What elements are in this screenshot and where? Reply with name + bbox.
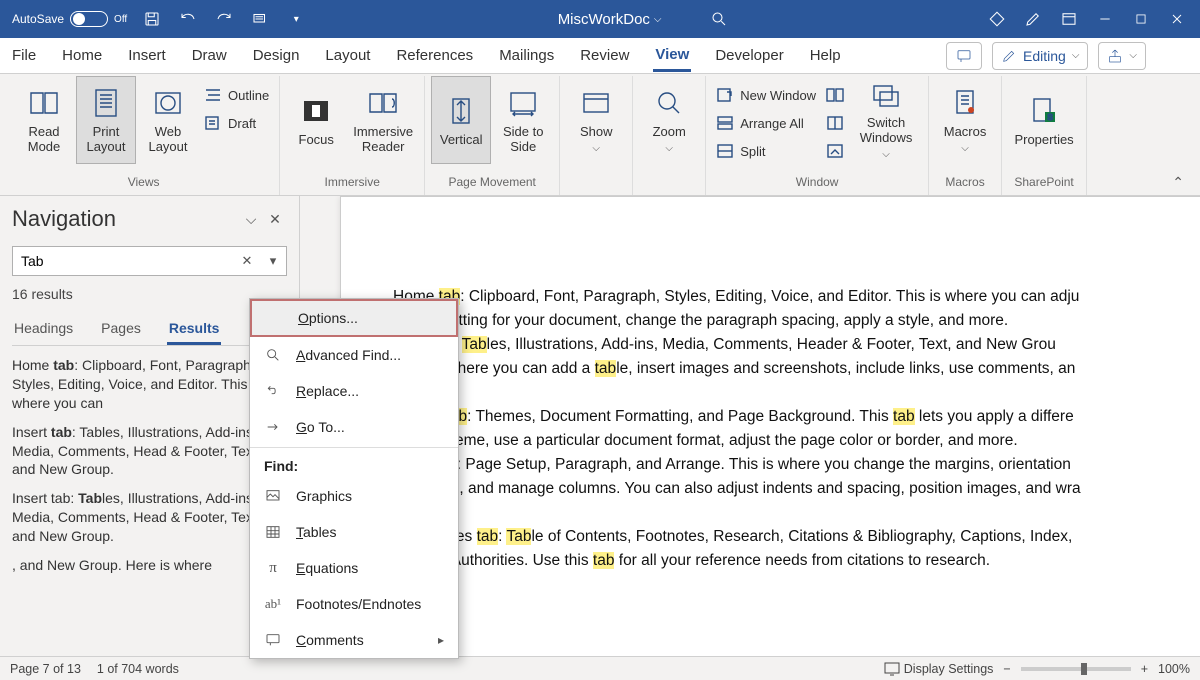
print-layout-button[interactable]: Print Layout: [76, 76, 136, 164]
diamond-icon[interactable]: [980, 2, 1014, 36]
tab-file[interactable]: File: [10, 41, 38, 70]
tab-view[interactable]: View: [653, 40, 691, 72]
ribbon-tabs: File Home Insert Draw Design Layout Refe…: [0, 38, 1200, 74]
tab-mailings[interactable]: Mailings: [497, 41, 556, 70]
nav-result-item[interactable]: Insert tab: Tables, Illustrations, Add-i…: [12, 489, 287, 546]
macros-button[interactable]: Macros⌵: [935, 76, 995, 164]
tab-developer[interactable]: Developer: [713, 41, 785, 70]
side-to-side-button[interactable]: Side to Side: [493, 76, 553, 164]
menu-options[interactable]: OOptions...ptions...: [250, 299, 458, 337]
zoom-in-icon[interactable]: +: [1141, 662, 1148, 676]
split-button[interactable]: Split: [712, 138, 820, 164]
menu-find-graphics[interactable]: Graphics: [250, 478, 458, 514]
nav-tab-headings[interactable]: Headings: [12, 314, 75, 345]
qat-more-icon[interactable]: [243, 2, 277, 36]
svg-text:S: S: [1047, 113, 1052, 122]
save-icon[interactable]: [135, 2, 169, 36]
pen-icon[interactable]: [1016, 2, 1050, 36]
redo-icon[interactable]: [207, 2, 241, 36]
draft-button[interactable]: Draft: [200, 110, 273, 136]
search-dropdown-menu: OOptions...ptions... Advanced Find... Re…: [249, 298, 459, 659]
nav-close-icon[interactable]: ✕: [263, 207, 287, 231]
group-label-sharepoint: SharePoint: [1014, 172, 1073, 192]
vertical-button[interactable]: Vertical: [431, 76, 491, 164]
nav-result-item[interactable]: Home tab: Clipboard, Font, Paragraph, St…: [12, 356, 287, 413]
document-title[interactable]: MiscWorkDoc ⌵: [558, 11, 662, 28]
tab-design[interactable]: Design: [251, 41, 302, 70]
status-bar: Page 7 of 13 1 of 704 words Display Sett…: [0, 656, 1200, 680]
menu-find-header: Find:: [250, 450, 458, 478]
switch-windows-button[interactable]: Switch Windows⌵: [850, 76, 922, 164]
focus-button[interactable]: Focus: [286, 76, 346, 164]
undo-icon[interactable]: [171, 2, 205, 36]
status-words[interactable]: 1 of 704 words: [97, 662, 179, 676]
title-bar: AutoSave Off ▾ MiscWorkDoc ⌵: [0, 0, 1200, 38]
menu-find-comments[interactable]: Comments▸: [250, 622, 458, 658]
reset-window-icon[interactable]: [822, 138, 848, 164]
group-label-immersive: Immersive: [325, 172, 380, 192]
read-mode-button[interactable]: Read Mode: [14, 76, 74, 164]
nav-search-input[interactable]: [13, 253, 234, 269]
document-page[interactable]: Home tab: Clipboard, Font, Paragraph, St…: [340, 196, 1200, 656]
tab-review[interactable]: Review: [578, 41, 631, 70]
view-side-icon[interactable]: [822, 82, 848, 108]
nav-tab-pages[interactable]: Pages: [99, 314, 143, 345]
zoom-out-icon[interactable]: −: [1003, 662, 1010, 676]
maximize-icon[interactable]: [1124, 2, 1158, 36]
nav-search-box[interactable]: ✕ ▾: [12, 246, 287, 276]
new-window-button[interactable]: New Window: [712, 82, 820, 108]
search-icon[interactable]: [702, 2, 736, 36]
show-button[interactable]: Show⌵: [566, 76, 626, 164]
zoom-level[interactable]: 100%: [1158, 662, 1190, 676]
outline-button[interactable]: Outline: [200, 82, 273, 108]
status-page[interactable]: Page 7 of 13: [10, 662, 81, 676]
menu-find-tables[interactable]: Tables: [250, 514, 458, 550]
menu-replace[interactable]: Replace...: [250, 373, 458, 409]
nav-tab-results[interactable]: Results: [167, 314, 222, 345]
share-button[interactable]: ⌵: [1098, 42, 1146, 70]
ribbon: Read Mode Print Layout Web Layout Outlin…: [0, 74, 1200, 196]
autosave-toggle[interactable]: AutoSave Off: [6, 11, 133, 27]
menu-find-footnotes[interactable]: ab¹Footnotes/Endnotes: [250, 586, 458, 622]
window-icon[interactable]: [1052, 2, 1086, 36]
properties-button[interactable]: SProperties: [1008, 76, 1080, 164]
zoom-button[interactable]: Zoom⌵: [639, 76, 699, 164]
group-label-window: Window: [796, 172, 839, 192]
minimize-icon[interactable]: [1088, 2, 1122, 36]
nav-result-item[interactable]: Insert tab: Tables, Illustrations, Add-i…: [12, 423, 287, 480]
arrange-all-button[interactable]: Arrange All: [712, 110, 820, 136]
sync-scroll-icon[interactable]: [822, 110, 848, 136]
nav-search-menu-icon[interactable]: ▾: [260, 247, 286, 275]
nav-results-count: 16 results: [12, 286, 287, 302]
menu-goto[interactable]: Go To...: [250, 409, 458, 445]
nav-results-list: Home tab: Clipboard, Font, Paragraph, St…: [12, 356, 287, 585]
tab-draw[interactable]: Draw: [190, 41, 229, 70]
editing-mode-button[interactable]: Editing⌵: [992, 42, 1088, 70]
tab-references[interactable]: References: [394, 41, 475, 70]
nav-title: Navigation: [12, 206, 239, 232]
group-label-macros: Macros: [945, 172, 984, 192]
zoom-slider[interactable]: [1021, 667, 1131, 671]
menu-advanced-find[interactable]: Advanced Find...: [250, 337, 458, 373]
tab-insert[interactable]: Insert: [126, 41, 168, 70]
nav-result-item[interactable]: , and New Group. Here is where: [12, 556, 287, 575]
qat-dropdown-icon[interactable]: ▾: [279, 2, 313, 36]
account-icon[interactable]: [1156, 39, 1190, 73]
web-layout-button[interactable]: Web Layout: [138, 76, 198, 164]
collapse-ribbon-icon[interactable]: ⌃: [1164, 170, 1192, 195]
tab-home[interactable]: Home: [60, 41, 104, 70]
nav-dropdown-icon[interactable]: ⌵: [239, 207, 263, 231]
nav-search-clear-icon[interactable]: ✕: [234, 247, 260, 275]
group-label-pagemove: Page Movement: [449, 172, 536, 192]
immersive-reader-button[interactable]: Immersive Reader: [348, 76, 418, 164]
menu-find-equations[interactable]: πEquations: [250, 550, 458, 586]
comments-button[interactable]: [946, 42, 982, 70]
tab-layout[interactable]: Layout: [323, 41, 372, 70]
tab-help[interactable]: Help: [808, 41, 843, 70]
close-icon[interactable]: [1160, 2, 1194, 36]
display-settings-button[interactable]: Display Settings: [884, 662, 994, 676]
group-label-views: Views: [128, 172, 160, 192]
